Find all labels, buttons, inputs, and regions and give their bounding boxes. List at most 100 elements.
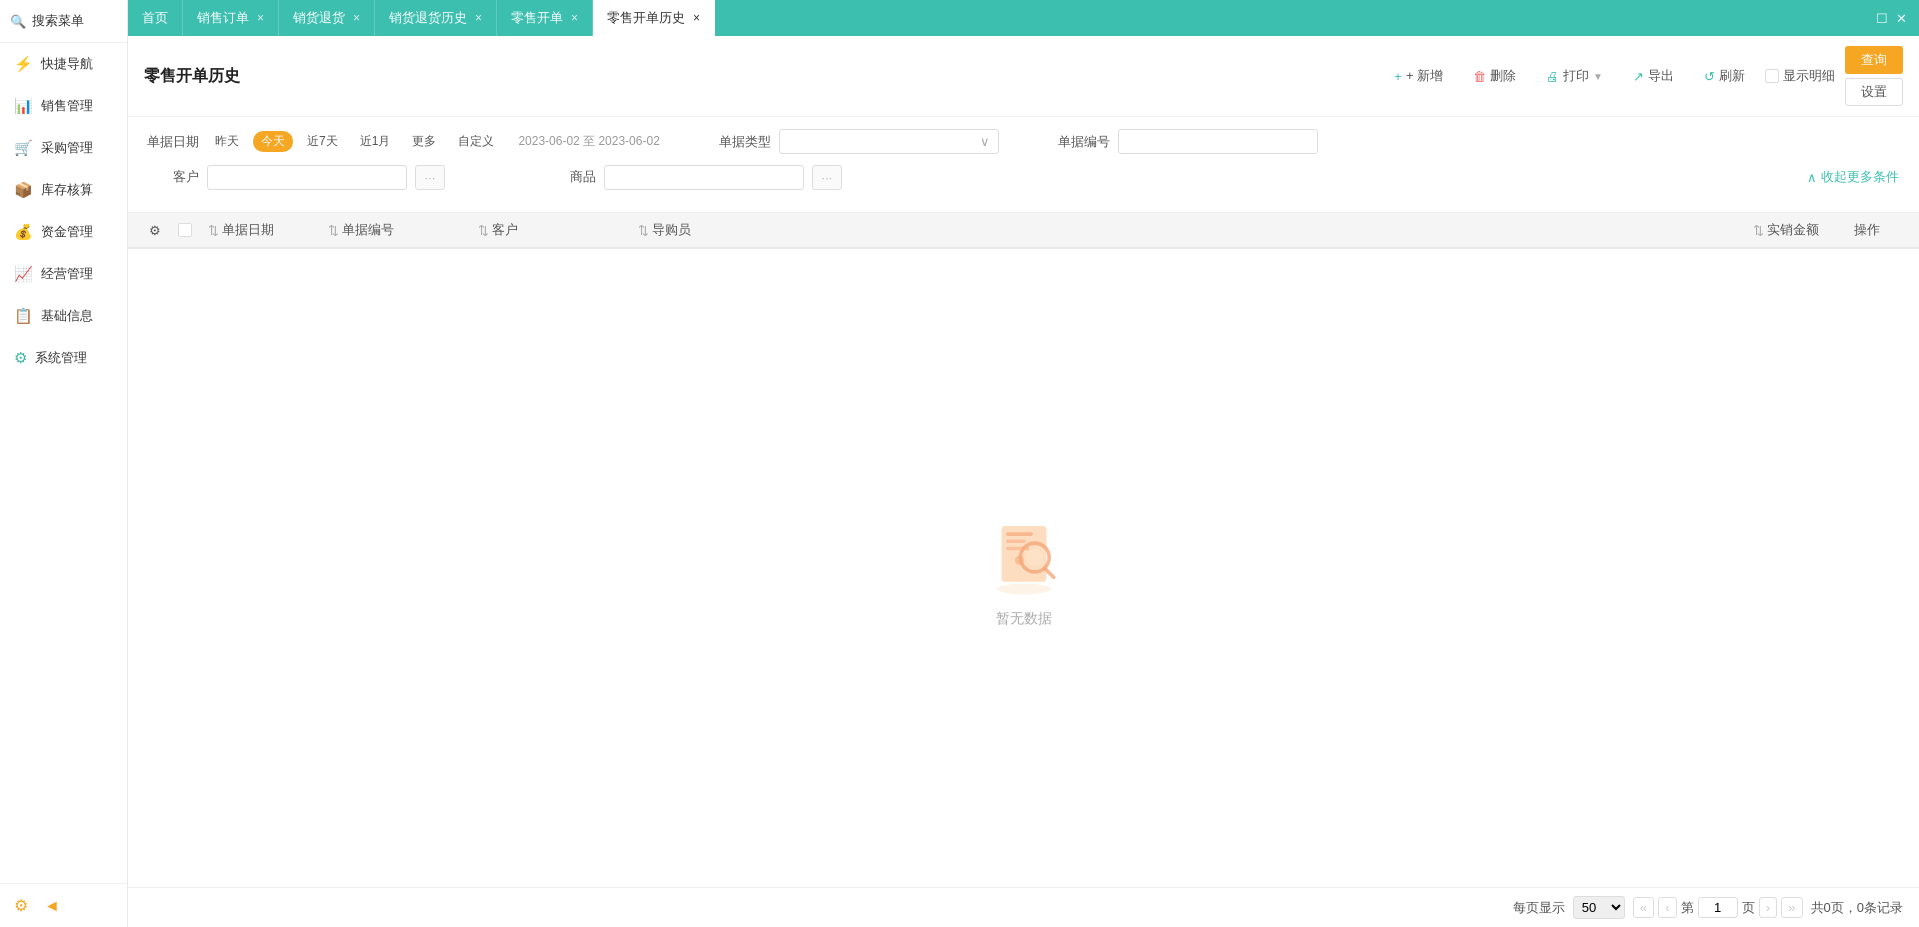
table-col-date[interactable]: ⇅ 单据日期 bbox=[200, 221, 320, 239]
filter-goods: 商品 ··· bbox=[541, 165, 842, 190]
filter-date-range: 2023-06-02 至 2023-06-02 bbox=[518, 133, 659, 150]
tab-bar: 首页销售订单×销货退货×销货退货历史×零售开单×零售开单历史× ☐ ✕ bbox=[128, 0, 1919, 36]
setting-button[interactable]: 设置 bbox=[1845, 78, 1903, 106]
tab-label-home: 首页 bbox=[142, 9, 168, 27]
table-col-gear[interactable]: ⚙ bbox=[140, 223, 170, 238]
table-col-amount[interactable]: ⇅ 实销金额 bbox=[1717, 221, 1827, 239]
last7days-btn[interactable]: 近7天 bbox=[299, 131, 346, 152]
per-page-select[interactable]: 50 10 20 100 bbox=[1573, 896, 1625, 919]
sort-icon-guide: ⇅ bbox=[638, 223, 649, 238]
add-button[interactable]: + + 新增 bbox=[1384, 63, 1453, 89]
sidebar-item-basic-info[interactable]: 📋基础信息 bbox=[0, 295, 127, 337]
svg-point-8 bbox=[1015, 556, 1024, 565]
nav-label-sales-mgmt: 销售管理 bbox=[41, 97, 93, 115]
tab-close-sales-return-history[interactable]: × bbox=[475, 11, 482, 25]
collapse-more-btn[interactable]: ∧ 收起更多条件 bbox=[1803, 164, 1903, 190]
sidebar-bottom: ⚙ ◄ bbox=[0, 883, 127, 927]
custom-btn[interactable]: 自定义 bbox=[450, 131, 502, 152]
col-guide-label: 导购员 bbox=[652, 221, 691, 239]
type-select[interactable]: ∨ bbox=[779, 129, 999, 154]
nav-label-finance: 资金管理 bbox=[41, 223, 93, 241]
tab-sales-return[interactable]: 销货退货× bbox=[279, 0, 375, 36]
svg-point-6 bbox=[1025, 549, 1043, 567]
nav-label-operations: 经营管理 bbox=[41, 265, 93, 283]
window-close-icon[interactable]: ✕ bbox=[1896, 11, 1907, 26]
table-col-customer[interactable]: ⇅ 客户 bbox=[470, 221, 630, 239]
nav-label-quick-nav: 快捷导航 bbox=[41, 55, 93, 73]
refresh-button[interactable]: ↺ 刷新 bbox=[1694, 63, 1755, 89]
tab-label-retail-open-history: 零售开单历史 bbox=[607, 9, 685, 27]
window-restore-icon[interactable]: ☐ bbox=[1876, 11, 1888, 26]
filter-number: 单据编号 bbox=[1055, 129, 1318, 154]
print-button[interactable]: 🖨 打印 ▼ bbox=[1536, 63, 1613, 89]
tab-close-retail-open-history[interactable]: × bbox=[693, 11, 700, 25]
page-suffix: 页 bbox=[1742, 899, 1755, 917]
sidebar-search-label: 搜索菜单 bbox=[32, 12, 84, 30]
sort-icon-date: ⇅ bbox=[208, 223, 219, 238]
query-button[interactable]: 查询 bbox=[1845, 46, 1903, 74]
refresh-icon: ↺ bbox=[1704, 69, 1715, 84]
tab-close-sales-order[interactable]: × bbox=[257, 11, 264, 25]
sidebar-item-quick-nav[interactable]: ⚡快捷导航 bbox=[0, 43, 127, 85]
page-input[interactable] bbox=[1698, 897, 1738, 918]
next-page-btn[interactable]: › bbox=[1759, 897, 1777, 918]
yesterday-btn[interactable]: 昨天 bbox=[207, 131, 247, 152]
nav-label-inventory: 库存核算 bbox=[41, 181, 93, 199]
show-detail-toggle[interactable]: 显示明细 bbox=[1765, 67, 1835, 85]
tab-home[interactable]: 首页 bbox=[128, 0, 183, 36]
sidebar-item-sys-mgmt[interactable]: ⚙ 系统管理 bbox=[0, 337, 127, 379]
first-page-btn[interactable]: « bbox=[1633, 897, 1654, 918]
search-icon: 🔍 bbox=[10, 14, 26, 29]
page-title: 零售开单历史 bbox=[144, 66, 240, 87]
number-input[interactable] bbox=[1118, 129, 1318, 154]
customer-ellipsis-btn[interactable]: ··· bbox=[415, 165, 445, 190]
filter-dates: 昨天 今天 近7天 近1月 更多 自定义 bbox=[207, 131, 502, 152]
table-col-number[interactable]: ⇅ 单据编号 bbox=[320, 221, 470, 239]
delete-button[interactable]: 🗑 删除 bbox=[1463, 63, 1526, 89]
tab-sales-order[interactable]: 销售订单 × bbox=[183, 0, 279, 36]
col-number-label: 单据编号 bbox=[342, 221, 394, 239]
page-content: 零售开单历史 + + 新增 🗑 删除 🖨 打印 ▼ bbox=[128, 36, 1919, 927]
sidebar-search[interactable]: 🔍 搜索菜单 bbox=[0, 0, 127, 43]
today-btn[interactable]: 今天 bbox=[253, 131, 293, 152]
tab-retail-open-history[interactable]: 零售开单历史 × bbox=[593, 0, 715, 36]
col-amount-label: 实销金额 bbox=[1767, 221, 1819, 239]
nav-label-sys-mgmt: 系统管理 bbox=[35, 349, 87, 367]
empty-state: 暂无数据 bbox=[128, 249, 1919, 887]
add-icon: + bbox=[1394, 69, 1402, 84]
tab-sales-return-history[interactable]: 销货退货历史× bbox=[375, 0, 497, 36]
tab-close-sales-return[interactable]: × bbox=[353, 11, 360, 25]
nav-label-purchase-mgmt: 采购管理 bbox=[41, 139, 93, 157]
table-col-op: 操作 bbox=[1827, 221, 1907, 239]
goods-input[interactable] bbox=[604, 165, 804, 190]
type-filter-label: 单据类型 bbox=[716, 133, 771, 151]
sort-icon-customer: ⇅ bbox=[478, 223, 489, 238]
gear-icon: ⚙ bbox=[149, 223, 161, 238]
more-btn[interactable]: 更多 bbox=[404, 131, 444, 152]
tab-bar-right: ☐ ✕ bbox=[1876, 11, 1919, 26]
goods-ellipsis-btn[interactable]: ··· bbox=[812, 165, 842, 190]
per-page-label: 每页显示 bbox=[1513, 899, 1565, 917]
last-page-btn[interactable]: » bbox=[1781, 897, 1802, 918]
settings-bottom-icon[interactable]: ⚙ bbox=[14, 896, 28, 915]
tab-retail-open[interactable]: 零售开单× bbox=[497, 0, 593, 36]
toolbar-right: 查询 设置 bbox=[1845, 46, 1903, 106]
last1month-btn[interactable]: 近1月 bbox=[352, 131, 399, 152]
sidebar-item-purchase-mgmt[interactable]: 🛒采购管理 bbox=[0, 127, 127, 169]
table-col-checkbox[interactable] bbox=[170, 223, 200, 237]
prev-page-btn[interactable]: ‹ bbox=[1658, 897, 1676, 918]
collapse-sidebar-icon[interactable]: ◄ bbox=[44, 897, 60, 915]
sidebar-item-sales-mgmt[interactable]: 📊销售管理 bbox=[0, 85, 127, 127]
customer-input[interactable] bbox=[207, 165, 407, 190]
table-col-guide[interactable]: ⇅ 导购员 bbox=[630, 221, 730, 239]
sidebar-item-inventory[interactable]: 📦库存核算 bbox=[0, 169, 127, 211]
export-button[interactable]: ↗ 导出 bbox=[1623, 63, 1684, 89]
tab-close-retail-open[interactable]: × bbox=[571, 11, 578, 25]
date-filter-label: 单据日期 bbox=[144, 133, 199, 151]
nav-icon-operations: 📈 bbox=[14, 265, 33, 283]
sidebar-item-operations[interactable]: 📈 经营管理 bbox=[0, 253, 127, 295]
tab-label-sales-order: 销售订单 bbox=[197, 9, 249, 27]
nav-icon-sys-mgmt: ⚙ bbox=[14, 349, 27, 367]
sidebar-item-finance[interactable]: 💰资金管理 bbox=[0, 211, 127, 253]
col-customer-label: 客户 bbox=[492, 221, 518, 239]
